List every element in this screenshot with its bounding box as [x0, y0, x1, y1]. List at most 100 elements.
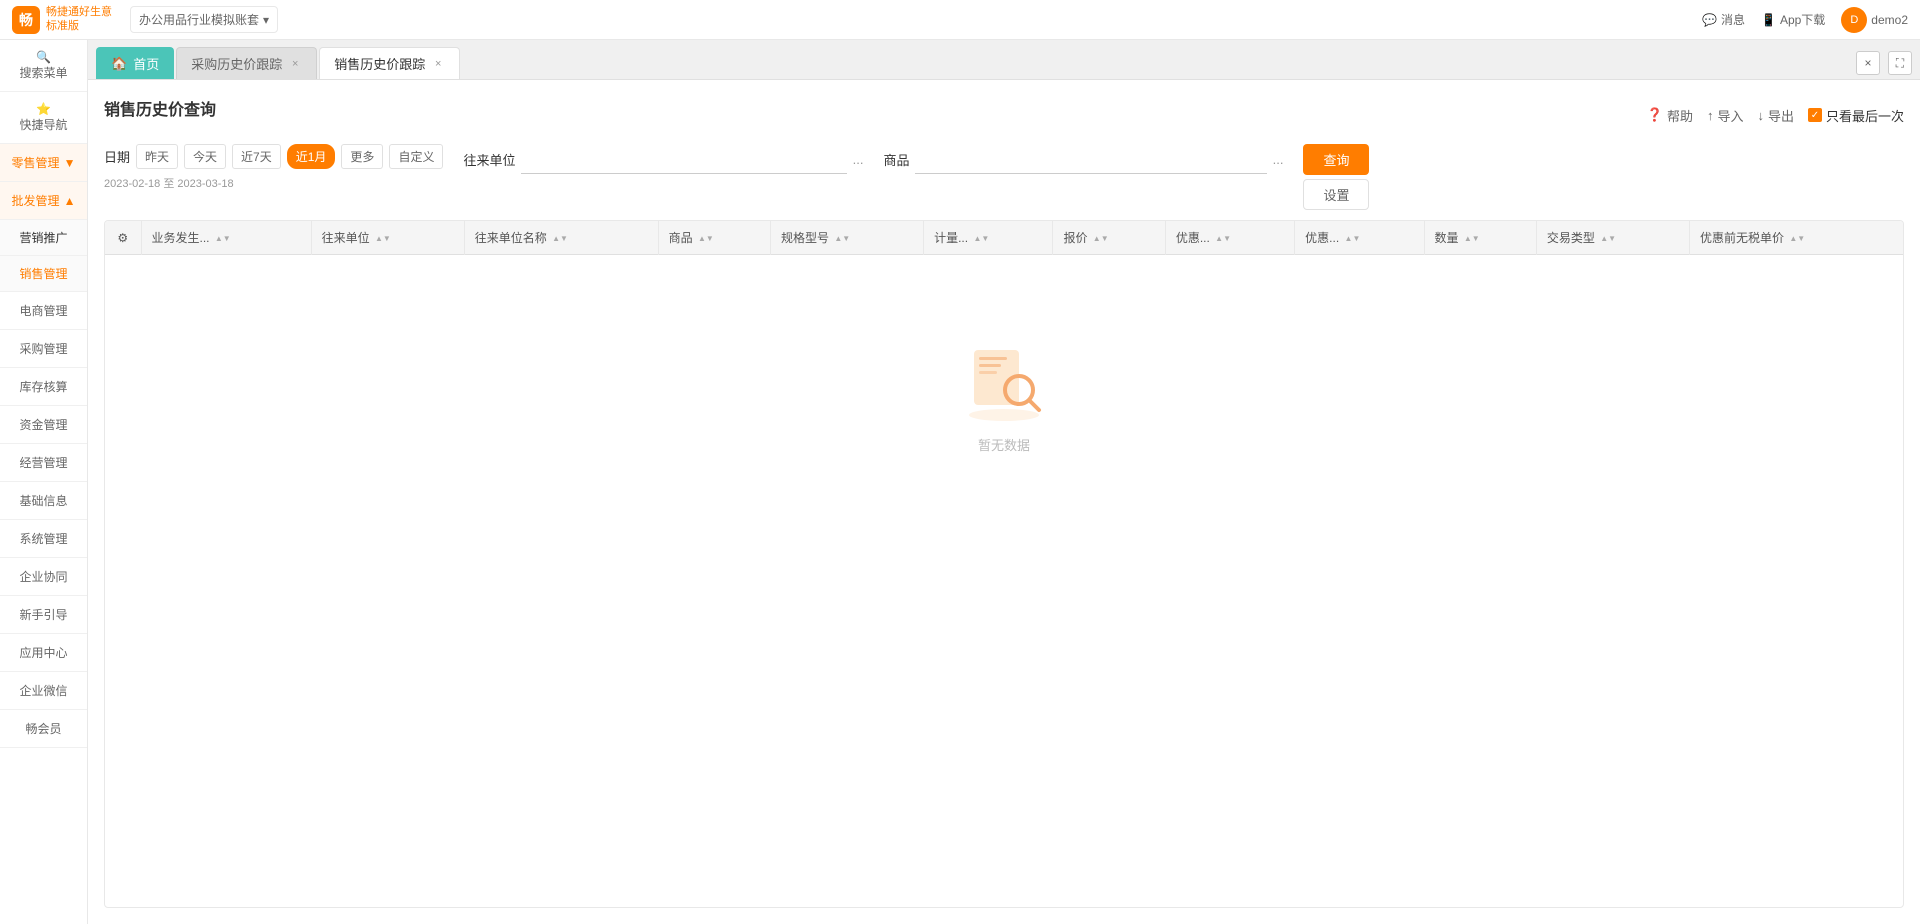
- top-actions-row: 销售历史价查询 ❓ 帮助 ↑ 导入 ↓ 导出 ✓: [104, 96, 1904, 134]
- col-discount2[interactable]: 优惠... ▲▼: [1295, 221, 1424, 255]
- tab-close-purchase[interactable]: ×: [288, 57, 302, 71]
- tab-sales-history[interactable]: 销售历史价跟踪 ×: [319, 47, 460, 79]
- table-header-row: ⚙ 业务发生... ▲▼ 往来单位 ▲▼ 往来单位名称: [105, 221, 1903, 255]
- col-partner-name[interactable]: 往来单位名称 ▲▼: [464, 221, 658, 255]
- chevron-down-icon: ▾: [263, 13, 269, 27]
- sidebar-item-inventory[interactable]: 库存核算: [0, 368, 87, 406]
- tab-close-btn[interactable]: ×: [1856, 51, 1880, 75]
- settings-button[interactable]: 设置: [1303, 179, 1369, 210]
- col-biz-date[interactable]: 业务发生... ▲▼: [141, 221, 311, 255]
- date-btn-custom[interactable]: 自定义: [389, 144, 443, 169]
- query-buttons: 查询 设置: [1303, 144, 1369, 210]
- sidebar-item-quicknav[interactable]: ⭐ 快捷导航: [0, 92, 87, 144]
- date-btn-1month[interactable]: 近1月: [287, 144, 336, 169]
- user-area[interactable]: D demo2: [1841, 7, 1908, 33]
- sidebar-item-marketing[interactable]: 营销推广: [0, 220, 87, 256]
- col-product[interactable]: 商品 ▲▼: [658, 221, 770, 255]
- sidebar-item-apps[interactable]: 应用中心: [0, 634, 87, 672]
- col-trade-type[interactable]: 交易类型 ▲▼: [1536, 221, 1689, 255]
- tab-fullscreen-btn[interactable]: ⛶: [1888, 51, 1912, 75]
- date-filter-group: 日期 昨天 今天 近7天 近1月 更多 自定义 2023-02-18 至 202…: [104, 144, 443, 191]
- product-input[interactable]: [915, 144, 1266, 174]
- phone-icon: 📱: [1761, 13, 1776, 27]
- col-discount1[interactable]: 优惠... ▲▼: [1165, 221, 1294, 255]
- sidebar-item-cooperation[interactable]: 企业协同: [0, 558, 87, 596]
- sidebar-item-retail[interactable]: 零售管理 ▼: [0, 144, 87, 182]
- star-icon: ⭐: [36, 102, 51, 116]
- search-icon: 🔍: [36, 50, 51, 64]
- import-link[interactable]: ↑ 导入: [1707, 106, 1744, 125]
- sort-arrows-pretax-price: ▲▼: [1789, 234, 1805, 243]
- col-quantity[interactable]: 数量 ▲▼: [1424, 221, 1536, 255]
- tab-home[interactable]: 🏠 首页: [96, 47, 174, 79]
- app-download-button[interactable]: 📱 App下载: [1761, 11, 1825, 28]
- sort-arrows-biz-date: ▲▼: [215, 234, 231, 243]
- content-area: 🏠 首页 采购历史价跟踪 × 销售历史价跟踪 × × ⛶ 销售历史价查询: [88, 40, 1920, 924]
- sidebar-item-members[interactable]: 畅会员: [0, 710, 87, 748]
- export-icon: ↓: [1757, 108, 1764, 123]
- filter-area: 日期 昨天 今天 近7天 近1月 更多 自定义 2023-02-18 至 202…: [104, 144, 1904, 210]
- tab-bar: 🏠 首页 采购历史价跟踪 × 销售历史价跟踪 × × ⛶: [88, 40, 1920, 80]
- partner-input[interactable]: [521, 144, 846, 174]
- tab-purchase-history[interactable]: 采购历史价跟踪 ×: [176, 47, 317, 79]
- date-btn-today[interactable]: 今天: [184, 144, 226, 169]
- help-link[interactable]: ❓ 帮助: [1647, 106, 1693, 125]
- col-spec[interactable]: 规格型号 ▲▼: [770, 221, 923, 255]
- date-label: 日期: [104, 147, 130, 166]
- sort-arrows-partner-name: ▲▼: [552, 234, 568, 243]
- col-settings[interactable]: ⚙: [105, 221, 141, 255]
- partner-ellipsis[interactable]: ...: [853, 152, 864, 167]
- sidebar-item-wholesale[interactable]: 批发管理 ▲: [0, 182, 87, 220]
- page-actions: ❓ 帮助 ↑ 导入 ↓ 导出 ✓ 只看最后一次: [1647, 106, 1904, 125]
- sidebar-item-purchase[interactable]: 采购管理: [0, 330, 87, 368]
- home-icon: 🏠: [111, 56, 127, 72]
- sort-arrows-product: ▲▼: [698, 234, 714, 243]
- sidebar-item-ecommerce[interactable]: 电商管理: [0, 292, 87, 330]
- partner-filter-group: 往来单位 ...: [463, 144, 863, 174]
- date-range-text: 2023-02-18 至 2023-03-18: [104, 175, 443, 191]
- date-btn-yesterday[interactable]: 昨天: [136, 144, 178, 169]
- sidebar-item-wechat[interactable]: 企业微信: [0, 672, 87, 710]
- table-container: ⚙ 业务发生... ▲▼ 往来单位 ▲▼ 往来单位名称: [104, 220, 1904, 908]
- sort-arrows-quantity: ▲▼: [1464, 234, 1480, 243]
- product-ellipsis[interactable]: ...: [1273, 152, 1284, 167]
- query-button[interactable]: 查询: [1303, 144, 1369, 175]
- avatar: D: [1841, 7, 1867, 33]
- tab-bar-right: × ⛶: [1856, 51, 1912, 79]
- main-layout: 🔍 搜索菜单 ⭐ 快捷导航 零售管理 ▼ 批发管理 ▲ 营销推广 销售管理 电商…: [0, 40, 1920, 924]
- help-icon: ❓: [1647, 107, 1663, 123]
- message-button[interactable]: 💬 消息: [1702, 11, 1745, 28]
- col-pretax-price[interactable]: 优惠前无税单价 ▲▼: [1690, 221, 1903, 255]
- col-unit[interactable]: 计量... ▲▼: [924, 221, 1053, 255]
- wholesale-label: 批发管理: [12, 192, 60, 209]
- sort-arrows-discount2: ▲▼: [1345, 234, 1361, 243]
- page-title: 销售历史价查询: [104, 96, 216, 120]
- workspace-selector[interactable]: 办公用品行业模拟账套 ▾: [130, 6, 278, 33]
- empty-icon: [954, 335, 1054, 425]
- sidebar-item-basic[interactable]: 基础信息: [0, 482, 87, 520]
- sidebar-item-search[interactable]: 🔍 搜索菜单: [0, 40, 87, 92]
- top-bar-left: 畅 畅捷通好生意 标准版 办公用品行业模拟账套 ▾: [12, 6, 278, 34]
- date-btn-more[interactable]: 更多: [341, 144, 383, 169]
- sidebar-item-finance[interactable]: 资金管理: [0, 406, 87, 444]
- tab-close-sales[interactable]: ×: [431, 57, 445, 71]
- logo-area: 畅 畅捷通好生意 标准版: [12, 6, 112, 34]
- date-btn-7days[interactable]: 近7天: [232, 144, 281, 169]
- sidebar-item-operations[interactable]: 经营管理: [0, 444, 87, 482]
- gear-icon: ⚙: [117, 231, 128, 245]
- top-bar: 畅 畅捷通好生意 标准版 办公用品行业模拟账套 ▾ 💬 消息 📱 App下载 D…: [0, 0, 1920, 40]
- export-link[interactable]: ↓ 导出: [1757, 106, 1794, 125]
- chevron-up-icon: ▲: [64, 194, 76, 208]
- only-last-checkbox[interactable]: ✓ 只看最后一次: [1808, 106, 1904, 125]
- logo-icon: 畅: [12, 6, 40, 34]
- date-filter-row: 日期 昨天 今天 近7天 近1月 更多 自定义: [104, 144, 443, 169]
- sidebar: 🔍 搜索菜单 ⭐ 快捷导航 零售管理 ▼ 批发管理 ▲ 营销推广 销售管理 电商…: [0, 40, 88, 924]
- top-bar-right: 💬 消息 📱 App下载 D demo2: [1702, 7, 1908, 33]
- col-partner-code[interactable]: 往来单位 ▲▼: [311, 221, 464, 255]
- sidebar-item-sales[interactable]: 销售管理: [0, 256, 87, 292]
- sidebar-item-system[interactable]: 系统管理: [0, 520, 87, 558]
- col-quoted-price[interactable]: 报价 ▲▼: [1053, 221, 1165, 255]
- sidebar-item-guide[interactable]: 新手引导: [0, 596, 87, 634]
- sort-arrows-quoted-price: ▲▼: [1093, 234, 1109, 243]
- sort-arrows-partner-code: ▲▼: [375, 234, 391, 243]
